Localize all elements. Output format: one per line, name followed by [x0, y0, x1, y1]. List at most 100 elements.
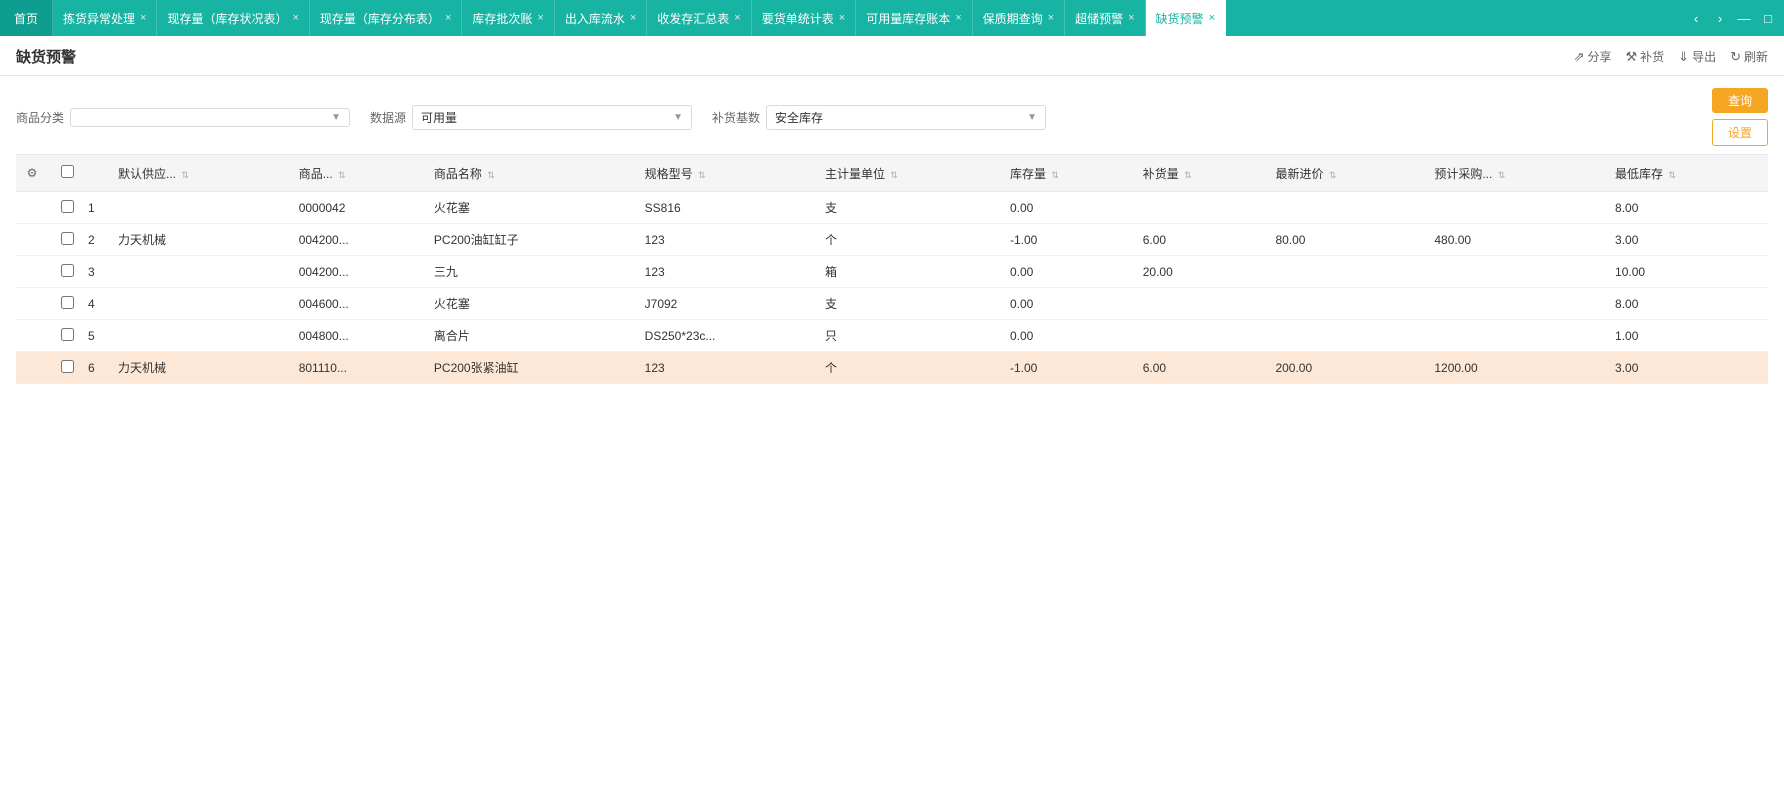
datasource-label: 数据源 [370, 109, 406, 126]
tab-1[interactable]: 拣货异常处理 × [53, 0, 157, 36]
select-all-checkbox[interactable] [61, 165, 74, 178]
supplement-qty-sort-icon: ⇅ [1184, 170, 1192, 180]
supplement-qty-column-header[interactable]: 补货量 ⇅ [1137, 155, 1270, 192]
tab-3[interactable]: 现存量（库存分布表） × [310, 0, 462, 36]
refresh-button[interactable]: ↻ 刷新 [1730, 48, 1768, 65]
unit-column-header[interactable]: 主计量单位 ⇅ [819, 155, 1004, 192]
row-stock-cell: -1.00 [1004, 224, 1137, 256]
share-button[interactable]: ⇗ 分享 [1574, 48, 1612, 65]
tab-maximize-button[interactable]: □ [1756, 6, 1780, 30]
row-supplement-qty-cell [1137, 192, 1270, 224]
product-name-column-header[interactable]: 商品名称 ⇅ [428, 155, 639, 192]
spec-column-header[interactable]: 规格型号 ⇅ [639, 155, 819, 192]
product-code-column-header[interactable]: 商品... ⇅ [293, 155, 428, 192]
tab-7-close[interactable]: × [839, 12, 845, 24]
tab-11-label: 缺货预警 [1156, 10, 1204, 27]
tab-10[interactable]: 超储预警 × [1065, 0, 1145, 36]
tab-8[interactable]: 可用量库存账本 × [856, 0, 972, 36]
row-gear-cell [16, 192, 52, 224]
tab-7-label: 要货单统计表 [762, 10, 834, 27]
tab-minimize-button[interactable]: — [1732, 6, 1756, 30]
tab-6-label: 收发存汇总表 [657, 10, 729, 27]
row-min-stock-cell: 8.00 [1609, 192, 1768, 224]
row-estimated-purchase-cell: 1200.00 [1428, 352, 1609, 384]
tab-11[interactable]: 缺货预警 × [1146, 0, 1226, 36]
tab-5[interactable]: 出入库流水 × [555, 0, 647, 36]
row-product-code-cell: 004800... [293, 320, 428, 352]
tab-5-label: 出入库流水 [565, 10, 625, 27]
tab-5-close[interactable]: × [630, 12, 636, 24]
row-gear-cell [16, 224, 52, 256]
min-stock-column-header[interactable]: 最低库存 ⇅ [1609, 155, 1768, 192]
row-spec-cell: 123 [639, 224, 819, 256]
estimated-purchase-sort-icon: ⇅ [1498, 170, 1506, 180]
table-container: ⚙ 默认供应... ⇅ 商品... ⇅ 商品名称 [0, 154, 1784, 384]
export-button[interactable]: ⇓ 导出 [1678, 48, 1716, 65]
tab-4[interactable]: 库存批次账 × [462, 0, 554, 36]
latest-price-column-header[interactable]: 最新进价 ⇅ [1269, 155, 1428, 192]
row-checkbox-1[interactable] [61, 232, 74, 245]
row-product-name-cell: 离合片 [428, 320, 639, 352]
tab-10-close[interactable]: × [1128, 12, 1134, 24]
tab-11-close[interactable]: × [1209, 12, 1215, 24]
tab-2-close[interactable]: × [292, 12, 298, 24]
supplement-label: 补货 [1640, 48, 1664, 65]
min-stock-sort-icon: ⇅ [1668, 170, 1676, 180]
tab-7[interactable]: 要货单统计表 × [752, 0, 856, 36]
supplement-select[interactable]: 安全库存 ▼ [766, 105, 1046, 130]
tab-6-close[interactable]: × [734, 12, 740, 24]
row-checkbox-4[interactable] [61, 328, 74, 341]
gear-column-header[interactable]: ⚙ [16, 155, 52, 192]
row-product-name-cell: PC200油缸缸子 [428, 224, 639, 256]
row-min-stock-cell: 3.00 [1609, 352, 1768, 384]
row-checkbox-cell[interactable] [52, 352, 82, 384]
row-checkbox-2[interactable] [61, 264, 74, 277]
page-header: 缺货预警 ⇗ 分享 ⚒ 补货 ⇓ 导出 ↻ 刷新 [0, 36, 1784, 76]
row-supplier-cell [112, 192, 293, 224]
share-icon: ⇗ [1574, 49, 1585, 65]
tab-9-close[interactable]: × [1048, 12, 1054, 24]
row-stock-cell: 0.00 [1004, 192, 1137, 224]
row-checkbox-cell[interactable] [52, 256, 82, 288]
num-column-header [82, 155, 112, 192]
row-supplier-cell [112, 256, 293, 288]
query-button[interactable]: 查询 [1712, 88, 1768, 113]
row-checkbox-cell[interactable] [52, 192, 82, 224]
row-checkbox-5[interactable] [61, 360, 74, 373]
tab-home[interactable]: 首页 [0, 0, 53, 36]
latest-price-sort-icon: ⇅ [1329, 170, 1337, 180]
row-unit-cell: 箱 [819, 256, 1004, 288]
row-supplement-qty-cell [1137, 288, 1270, 320]
spec-sort-icon: ⇅ [698, 170, 706, 180]
datasource-select[interactable]: 可用量 ▼ [412, 105, 692, 130]
row-checkbox-0[interactable] [61, 200, 74, 213]
tab-3-close[interactable]: × [445, 12, 451, 24]
row-estimated-purchase-cell [1428, 192, 1609, 224]
settings-button[interactable]: 设置 [1712, 119, 1768, 146]
row-checkbox-3[interactable] [61, 296, 74, 309]
estimated-purchase-column-header[interactable]: 预计采购... ⇅ [1428, 155, 1609, 192]
row-min-stock-cell: 1.00 [1609, 320, 1768, 352]
tab-next-button[interactable]: › [1708, 6, 1732, 30]
row-num-cell: 3 [82, 256, 112, 288]
category-select[interactable]: ▼ [70, 108, 350, 127]
row-supplement-qty-cell: 6.00 [1137, 352, 1270, 384]
tab-2[interactable]: 现存量（库存状况表） × [157, 0, 309, 36]
tab-4-close[interactable]: × [537, 12, 543, 24]
filter-bar: 商品分类 ▼ 数据源 可用量 ▼ 补货基数 安全库存 ▼ 查询 设置 [0, 76, 1784, 154]
tab-9-label: 保质期查询 [983, 10, 1043, 27]
row-checkbox-cell[interactable] [52, 224, 82, 256]
row-checkbox-cell[interactable] [52, 288, 82, 320]
stock-column-header[interactable]: 库存量 ⇅ [1004, 155, 1137, 192]
tab-6[interactable]: 收发存汇总表 × [647, 0, 751, 36]
tab-8-close[interactable]: × [955, 12, 961, 24]
row-checkbox-cell[interactable] [52, 320, 82, 352]
unit-sort-icon: ⇅ [890, 170, 898, 180]
checkbox-column-header[interactable] [52, 155, 82, 192]
tab-1-close[interactable]: × [140, 12, 146, 24]
supplement-button[interactable]: ⚒ 补货 [1625, 48, 1664, 65]
tab-prev-button[interactable]: ‹ [1684, 6, 1708, 30]
tab-9[interactable]: 保质期查询 × [973, 0, 1065, 36]
gear-icon[interactable]: ⚙ [22, 163, 42, 183]
supplier-column-header[interactable]: 默认供应... ⇅ [112, 155, 293, 192]
